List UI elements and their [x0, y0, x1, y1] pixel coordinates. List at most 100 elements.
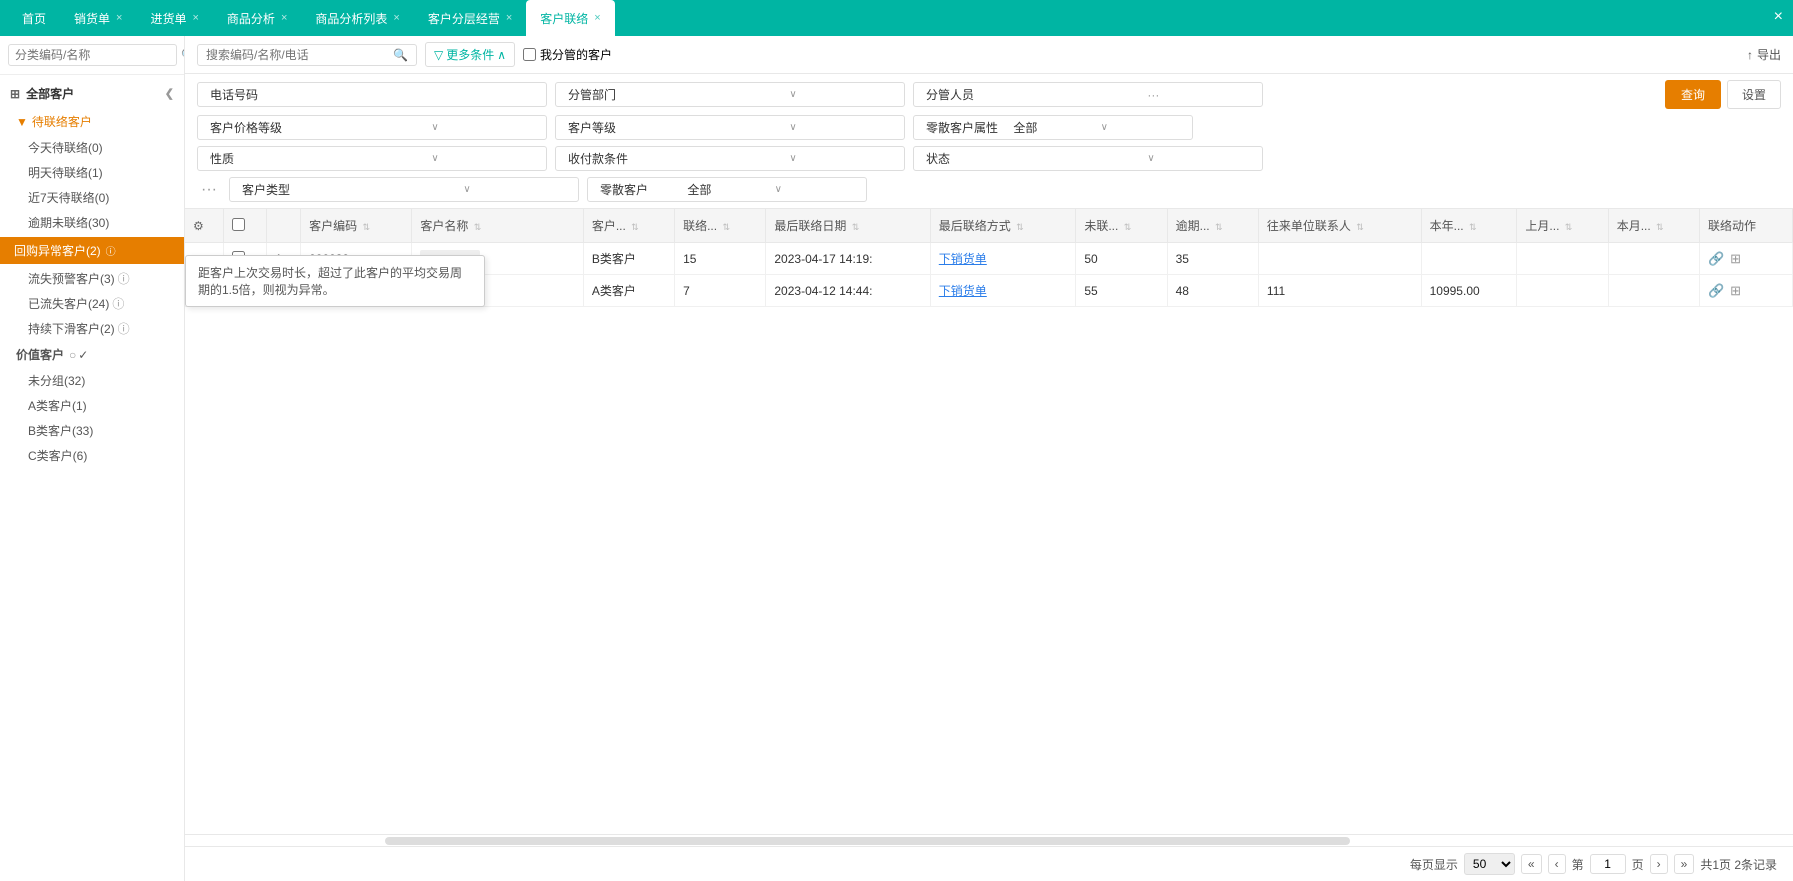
my-customers-wrap[interactable]: 我分管的客户: [523, 46, 612, 63]
gender-chevron: ∨: [431, 153, 538, 164]
col-overdue[interactable]: 逾期... ⇅: [1167, 209, 1258, 243]
filter-search-input[interactable]: [206, 48, 393, 62]
declining-info-icon: ⓘ: [118, 320, 130, 337]
nav-product-analysis-close[interactable]: ×: [281, 12, 287, 24]
nav-product-analysis[interactable]: 商品分析 ×: [213, 0, 301, 36]
row2-link-icon[interactable]: 🔗: [1708, 283, 1724, 299]
nav-home[interactable]: 首页: [8, 0, 60, 36]
sidebar-item-tomorrow[interactable]: 明天待联络(1): [0, 160, 184, 185]
nav-customer-contact-close[interactable]: ×: [594, 12, 600, 24]
col-this-year[interactable]: 本年... ⇅: [1421, 209, 1517, 243]
row1-this-year: [1421, 243, 1517, 275]
filter-search-icon[interactable]: 🔍: [393, 48, 408, 62]
nav-sales-close[interactable]: ×: [116, 12, 122, 24]
row1-contacts: [1258, 243, 1421, 275]
row2-last-date: 2023-04-12 14:44:: [766, 275, 930, 307]
nav-sales[interactable]: 销货单 ×: [60, 0, 136, 36]
filter-retail-customer[interactable]: 零散客户 全部 ∨: [587, 177, 867, 202]
more-dots-btn[interactable]: ···: [197, 181, 221, 199]
section-arrow-icon: ▼: [16, 115, 28, 129]
col-type[interactable]: 客户... ⇅: [583, 209, 674, 243]
sidebar-item-declining[interactable]: 持续下滑客户(2) ⓘ: [0, 316, 184, 341]
filter-customer-type[interactable]: 客户类型 ∨: [229, 177, 579, 202]
row2-this-month: [1608, 275, 1699, 307]
check-icon[interactable]: ✓: [78, 348, 88, 362]
main-layout: 🔍 ⊞ 全部客户 ❮ ▼ 待联络客户 今天待联络(0) 明天待联络(1) 近7天…: [0, 36, 1793, 881]
row1-link-icon[interactable]: 🔗: [1708, 251, 1724, 267]
filter-payment[interactable]: 收付款条件 ∨: [555, 146, 905, 171]
horizontal-scrollbar[interactable]: [185, 834, 1793, 846]
filter-dept[interactable]: 分管部门 ∨: [555, 82, 905, 107]
filter-gender[interactable]: 性质 ∨: [197, 146, 547, 171]
filter-status[interactable]: 状态 ∨: [913, 146, 1263, 171]
filter-retail-attr[interactable]: 零散客户属性 全部 ∨: [913, 115, 1193, 140]
sidebar-item-today[interactable]: 今天待联络(0): [0, 135, 184, 160]
this-month-sort-icon: ⇅: [1656, 222, 1664, 232]
col-last-month[interactable]: 上月... ⇅: [1517, 209, 1608, 243]
per-page-select[interactable]: 50 100 200: [1464, 853, 1515, 875]
nav-purchase[interactable]: 进货单 ×: [136, 0, 212, 36]
nav-purchase-close[interactable]: ×: [192, 12, 198, 24]
col-settings[interactable]: ⚙: [185, 209, 224, 243]
sidebar-collapse-btn[interactable]: ❮: [165, 87, 174, 100]
select-all-checkbox[interactable]: [232, 218, 245, 231]
next-page-btn[interactable]: ›: [1650, 854, 1668, 874]
nav-customer-contact[interactable]: 客户联络 ×: [526, 0, 614, 36]
sidebar-item-ungroup[interactable]: 未分组(32): [0, 368, 184, 393]
first-page-btn[interactable]: «: [1521, 854, 1542, 874]
prev-page-btn[interactable]: ‹: [1548, 854, 1566, 874]
sidebar: 🔍 ⊞ 全部客户 ❮ ▼ 待联络客户 今天待联络(0) 明天待联络(1) 近7天…: [0, 36, 185, 881]
filter-more-btn[interactable]: ▽ 更多条件 ∧: [425, 42, 515, 67]
my-customers-checkbox[interactable]: [523, 48, 536, 61]
sidebar-search-input[interactable]: [8, 44, 177, 66]
settings-button[interactable]: 设置: [1727, 80, 1781, 109]
row2-contacts: 111: [1258, 275, 1421, 307]
row1-last-method[interactable]: 下销货单: [930, 243, 1076, 275]
filter-level[interactable]: 客户等级 ∨: [555, 115, 905, 140]
sidebar-item-c-class[interactable]: C类客户(6): [0, 443, 184, 468]
col-settings-icon[interactable]: ⚙: [193, 219, 204, 233]
row2-last-method[interactable]: 下销货单: [930, 275, 1076, 307]
filter-phone[interactable]: 电话号码: [197, 82, 547, 107]
last-date-sort-icon: ⇅: [852, 222, 860, 232]
sidebar-section-pending[interactable]: ▼ 待联络客户: [0, 108, 184, 135]
sidebar-item-overdue[interactable]: 逾期未联络(30): [0, 210, 184, 235]
table-header-row: ⚙ 客户编码 ⇅ 客户名称 ⇅: [185, 209, 1793, 243]
query-button[interactable]: 查询: [1665, 80, 1721, 109]
sidebar-item-lost[interactable]: 已流失客户(24) ⓘ: [0, 291, 184, 316]
filter-price-grade[interactable]: 客户价格等级 ∨: [197, 115, 547, 140]
sidebar-item-loss-warning[interactable]: 流失预警客户(3) ⓘ: [0, 266, 184, 291]
row1-last-date: 2023-04-17 14:19:: [766, 243, 930, 275]
this-year-sort-icon: ⇅: [1469, 222, 1477, 232]
col-name[interactable]: 客户名称 ⇅: [412, 209, 583, 243]
sidebar-item-anomaly[interactable]: 回购异常客户(2) ⓘ: [0, 237, 184, 264]
row2-grid-icon[interactable]: ⊞: [1730, 283, 1741, 299]
last-page-btn[interactable]: »: [1674, 854, 1695, 874]
chevron-up-icon: ∧: [497, 48, 506, 62]
col-contacts[interactable]: 往来单位联系人 ⇅: [1258, 209, 1421, 243]
col-unread[interactable]: 未联... ⇅: [1076, 209, 1167, 243]
row1-grid-icon[interactable]: ⊞: [1730, 251, 1741, 267]
nav-product-list[interactable]: 商品分析列表 ×: [301, 0, 413, 36]
retail-customer-chevron: ∨: [775, 184, 858, 195]
filter-person[interactable]: 分管人员 ···: [913, 82, 1263, 107]
col-checkbox[interactable]: [224, 209, 267, 243]
col-contact[interactable]: 联络... ⇅: [675, 209, 766, 243]
sidebar-item-a-class[interactable]: A类客户(1): [0, 393, 184, 418]
scrollbar-thumb[interactable]: [385, 837, 1350, 845]
window-close-button[interactable]: ×: [1774, 8, 1783, 26]
sidebar-item-7days[interactable]: 近7天待联络(0): [0, 185, 184, 210]
col-code[interactable]: 客户编码 ⇅: [301, 209, 412, 243]
page-input[interactable]: [1590, 854, 1626, 874]
edit-icon[interactable]: ○: [69, 348, 76, 362]
col-last-method[interactable]: 最后联络方式 ⇅: [930, 209, 1076, 243]
sidebar-item-b-class[interactable]: B类客户(33): [0, 418, 184, 443]
nav-customer-mgmt[interactable]: 客户分层经营 ×: [414, 0, 526, 36]
export-button[interactable]: ↑ 导出: [1747, 46, 1781, 63]
col-action: 联络动作: [1699, 209, 1792, 243]
col-last-date[interactable]: 最后联络日期 ⇅: [766, 209, 930, 243]
nav-customer-mgmt-close[interactable]: ×: [506, 12, 512, 24]
nav-product-list-close[interactable]: ×: [393, 12, 399, 24]
tree-root-all-customers[interactable]: ⊞ 全部客户 ❮: [0, 79, 184, 108]
col-this-month[interactable]: 本月... ⇅: [1608, 209, 1699, 243]
